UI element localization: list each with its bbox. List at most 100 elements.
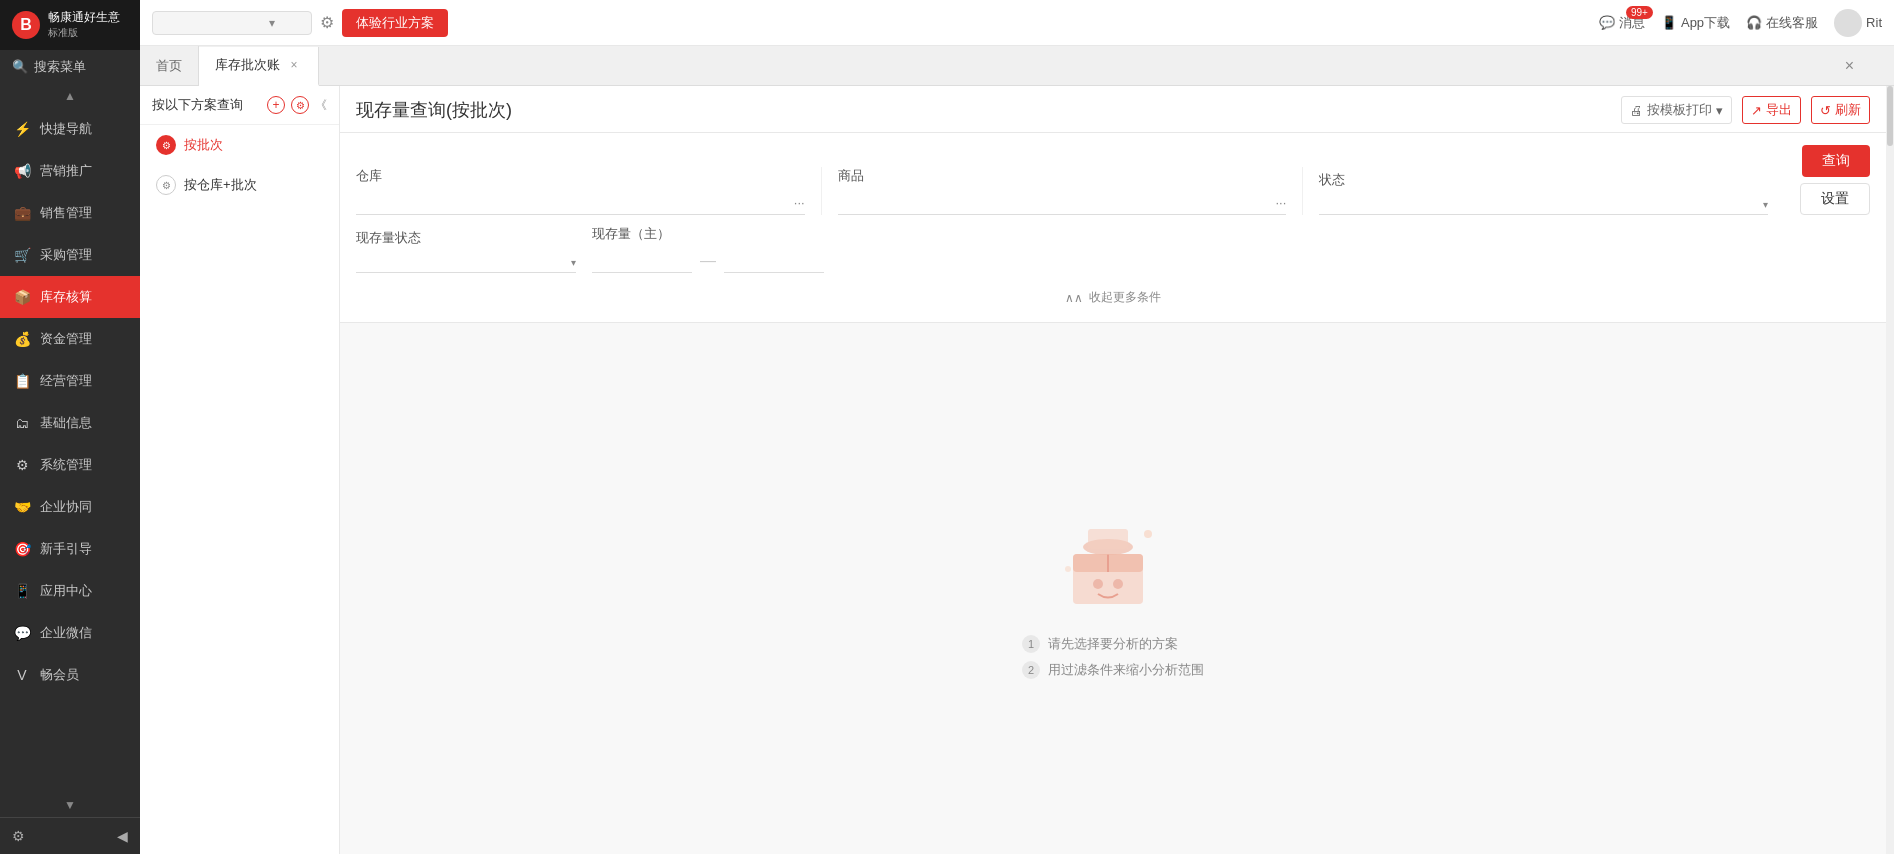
- sidebar-search[interactable]: 🔍 搜索菜单: [0, 50, 140, 84]
- purchase-icon: 🛒: [12, 245, 32, 265]
- sidebar-item-label: 资金管理: [40, 330, 92, 348]
- product-input[interactable]: [838, 195, 1276, 210]
- panel-header-label: 按以下方案查询: [152, 96, 243, 114]
- sidebar-item-label: 库存核算: [40, 288, 92, 306]
- collapse-up-icon: ∧∧: [1065, 291, 1083, 305]
- panel-header: 按以下方案查询 + ⚙ 《: [140, 86, 339, 125]
- page-content: 按以下方案查询 + ⚙ 《 ⚙ 按批次 ⚙ 按仓库+批次: [140, 86, 1894, 854]
- tabs-close-button[interactable]: ×: [1845, 57, 1854, 75]
- svg-rect-6: [1088, 529, 1128, 549]
- print-chevron-icon: ▾: [1716, 103, 1723, 118]
- online-service-label: 在线客服: [1766, 14, 1818, 32]
- qty-to-input[interactable]: [724, 249, 824, 273]
- query-button[interactable]: 查询: [1802, 145, 1870, 177]
- system-icon: ⚙: [12, 455, 32, 475]
- topbar-gear-icon[interactable]: ⚙: [320, 13, 334, 32]
- username-label: Rit: [1866, 15, 1882, 30]
- warehouse-dots[interactable]: ···: [794, 195, 805, 210]
- panel-actions: + ⚙ 《: [267, 96, 327, 114]
- app-download-button[interactable]: 📱 App下载: [1661, 14, 1730, 32]
- tab-close-icon[interactable]: ×: [286, 57, 302, 73]
- sidebar-item-system[interactable]: ⚙ 系统管理: [0, 444, 140, 486]
- main-area: ▾ ⚙ 体验行业方案 💬 消息 99+ 📱 App下载 🎧 在线客服 Rit: [140, 0, 1894, 854]
- topbar-search-box[interactable]: ▾: [152, 11, 312, 35]
- export-button[interactable]: ↗ 导出: [1742, 96, 1801, 124]
- panel-settings-icon[interactable]: ⚙: [291, 96, 309, 114]
- chevron-down-icon[interactable]: ▾: [269, 16, 275, 30]
- plan-icon-batch: ⚙: [156, 135, 176, 155]
- status-select[interactable]: ▾: [1319, 195, 1768, 215]
- plan-item-warehouse-batch[interactable]: ⚙ 按仓库+批次: [140, 165, 339, 205]
- app-logo: B: [12, 11, 40, 39]
- svg-point-3: [1093, 579, 1103, 589]
- product-dots[interactable]: ···: [1276, 195, 1287, 210]
- plan-label: 按仓库+批次: [184, 176, 257, 194]
- refresh-button[interactable]: ↺ 刷新: [1811, 96, 1870, 124]
- sidebar-item-appcenter[interactable]: 📱 应用中心: [0, 570, 140, 612]
- qty-range-field: 现存量（主） —: [592, 225, 1870, 273]
- sidebar-settings-icon[interactable]: ⚙: [12, 828, 25, 844]
- sidebar-scroll-down[interactable]: ▼: [0, 793, 140, 817]
- empty-tips: 1 请先选择要分析的方案 2 用过滤条件来缩小分析范围: [1022, 635, 1204, 679]
- sidebar-item-operations[interactable]: 📋 经营管理: [0, 360, 140, 402]
- search-input[interactable]: [163, 16, 263, 30]
- sidebar-nav: ⚡ 快捷导航 📢 营销推广 💼 销售管理 🛒 采购管理 📦 库存核算 💰 资金管…: [0, 108, 140, 793]
- empty-illustration: [1053, 499, 1173, 619]
- panel-collapse-icon[interactable]: 《: [315, 97, 327, 114]
- plan-label: 按批次: [184, 136, 223, 154]
- left-panel: 按以下方案查询 + ⚙ 《 ⚙ 按批次 ⚙ 按仓库+批次: [140, 86, 340, 854]
- sidebar-item-quicknav[interactable]: ⚡ 快捷导航: [0, 108, 140, 150]
- empty-tip-2: 2 用过滤条件来缩小分析范围: [1022, 661, 1204, 679]
- right-scrollbar[interactable]: [1886, 86, 1894, 854]
- collapse-more-button[interactable]: ∧∧ 收起更多条件: [356, 281, 1870, 310]
- sidebar-item-finance[interactable]: 💰 资金管理: [0, 318, 140, 360]
- svg-point-7: [1144, 530, 1152, 538]
- sidebar-item-collab[interactable]: 🤝 企业协同: [0, 486, 140, 528]
- status-field: 状态 ▾: [1319, 171, 1784, 215]
- app-info: 畅康通好生意 标准版: [48, 10, 120, 40]
- print-button[interactable]: 🖨 按模板打印 ▾: [1621, 96, 1732, 124]
- sidebar-collapse-icon[interactable]: ◀: [117, 828, 128, 844]
- sidebar-item-label: 基础信息: [40, 414, 92, 432]
- sidebar-item-label: 快捷导航: [40, 120, 92, 138]
- print-icon: 🖨: [1630, 103, 1643, 118]
- online-service-button[interactable]: 🎧 在线客服: [1746, 14, 1818, 32]
- plan-item-batch[interactable]: ⚙ 按批次: [140, 125, 339, 165]
- search-icon: 🔍: [12, 59, 28, 74]
- inv-status-chevron-icon: ▾: [571, 257, 576, 268]
- tab-home[interactable]: 首页: [140, 46, 199, 85]
- sidebar-item-marketing[interactable]: 📢 营销推广: [0, 150, 140, 192]
- sidebar-item-inventory[interactable]: 📦 库存核算: [0, 276, 140, 318]
- inventory-status-select[interactable]: ▾: [356, 253, 576, 273]
- right-content: 现存量查询(按批次) 🖨 按模板打印 ▾ ↗ 导出 ↺: [340, 86, 1886, 854]
- filter-settings-button[interactable]: 设置: [1800, 183, 1870, 215]
- basics-icon: 🗂: [12, 413, 32, 433]
- sidebar-item-label: 采购管理: [40, 246, 92, 264]
- finance-icon: 💰: [12, 329, 32, 349]
- empty-state: 1 请先选择要分析的方案 2 用过滤条件来缩小分析范围: [340, 323, 1886, 854]
- qty-from-input[interactable]: [592, 249, 692, 273]
- panel-add-icon[interactable]: +: [267, 96, 285, 114]
- sidebar-item-corpwechat[interactable]: 💬 企业微信: [0, 612, 140, 654]
- messages-button[interactable]: 💬 消息 99+: [1599, 14, 1645, 32]
- user-avatar[interactable]: Rit: [1834, 9, 1882, 37]
- sidebar-item-sales[interactable]: 💼 销售管理: [0, 192, 140, 234]
- tip-1-text: 请先选择要分析的方案: [1048, 635, 1178, 653]
- sidebar-scroll-up[interactable]: ▲: [0, 84, 140, 108]
- trial-button[interactable]: 体验行业方案: [342, 9, 448, 37]
- sidebar-item-basics[interactable]: 🗂 基础信息: [0, 402, 140, 444]
- product-field: 商品 ···: [838, 167, 1304, 215]
- sidebar-item-label: 企业微信: [40, 624, 92, 642]
- sidebar-item-label: 应用中心: [40, 582, 92, 600]
- sidebar-item-member[interactable]: V 畅会员: [0, 654, 140, 696]
- empty-tip-1: 1 请先选择要分析的方案: [1022, 635, 1204, 653]
- sidebar-item-purchase[interactable]: 🛒 采购管理: [0, 234, 140, 276]
- inventory-icon: 📦: [12, 287, 32, 307]
- warehouse-field: 仓库 ···: [356, 167, 822, 215]
- sidebar-item-newguide[interactable]: 🎯 新手引导: [0, 528, 140, 570]
- appcenter-icon: 📱: [12, 581, 32, 601]
- warehouse-input[interactable]: [356, 195, 794, 210]
- sidebar-header: B 畅康通好生意 标准版: [0, 0, 140, 50]
- tab-inventory-batch[interactable]: 库存批次账 ×: [199, 47, 319, 86]
- action-col: 查询 设置: [1800, 145, 1870, 215]
